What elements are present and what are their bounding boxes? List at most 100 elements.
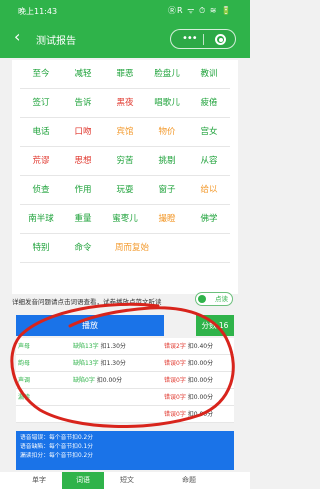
word-item[interactable]: 穷苦	[104, 147, 146, 175]
deduction-rules: 语音错误：每个音节扣0.2分 语音缺陷：每个音节扣0.1分 漏读扣分：每个音节扣0.…	[16, 431, 234, 470]
stat-error: 错误0字 扣0.00分	[164, 389, 213, 406]
word-item[interactable]: 荒谬	[20, 147, 62, 175]
word-item[interactable]: 窗子	[146, 176, 188, 204]
stat-defect: 缺陷13字 扣1.30分	[73, 355, 126, 372]
word-item[interactable]: 减轻	[62, 60, 104, 88]
follow-read-switch[interactable]: 点读	[195, 292, 233, 306]
stat-defect-part: 扣1.30分	[100, 360, 126, 367]
word-item[interactable]: 特别	[20, 234, 62, 262]
word-item[interactable]: 侦查	[20, 176, 62, 204]
word-row: 南半球 重量 蜜枣儿 撮瞪 佛学	[20, 205, 230, 234]
status-icons: ⓇR ᯤ ⏱ ≋ 🔋	[168, 6, 232, 15]
word-item[interactable]: 告诉	[62, 89, 104, 117]
stat-defect-part: 扣1.30分	[100, 343, 126, 350]
stat-error: 错误0字 扣0.00分	[164, 355, 213, 372]
stat-defect: 缺陷13字 扣1.30分	[73, 338, 126, 355]
stat-error-part: 扣0.00分	[187, 394, 214, 401]
rule-line: 语音错误：每个音节扣0.2分	[20, 435, 93, 441]
word-item[interactable]: 作用	[62, 176, 104, 204]
stat-error-part: 错误0字	[164, 411, 186, 418]
stat-row: 错误0字 扣0.00分	[16, 406, 234, 423]
word-row: 荒谬 思想 穷苦 挑剔 从容	[20, 147, 230, 176]
page-title: 测试报告	[36, 36, 76, 47]
word-row: 特别 命令 周而复始	[20, 234, 230, 263]
word-item[interactable]: 签订	[20, 89, 62, 117]
rule-line: 语音缺陷：每个音节扣0.1分	[20, 444, 93, 450]
word-item[interactable]: 撮瞪	[146, 205, 188, 233]
stat-label: 声母	[18, 338, 30, 355]
word-item[interactable]: 物价	[146, 118, 188, 146]
stat-label-part: 声母	[18, 343, 31, 350]
more-menu-icon[interactable]: •••	[182, 32, 198, 46]
back-arrow-icon[interactable]: ‹	[14, 29, 20, 45]
stat-label-part: 漏读	[18, 394, 31, 401]
word-item[interactable]: 命令	[62, 234, 104, 262]
word-item[interactable]: 思想	[62, 147, 104, 175]
tab-0[interactable]: 单字	[18, 472, 60, 489]
status-time: 晚上11:43	[18, 7, 58, 16]
stats-table: 声母 缺陷13字 扣1.30分 错误2字 扣0.40分 韵母 缺陷13字 扣1.…	[16, 338, 234, 423]
nav-bar: ‹ 测试报告 •••	[0, 20, 250, 58]
word-item[interactable]: 口吻	[62, 118, 104, 146]
stat-error-part: 扣0.00分	[187, 377, 214, 384]
stat-error-part: 扣0.00分	[187, 411, 214, 418]
stat-error-part: 错误2字	[164, 343, 186, 350]
word-item[interactable]: 南半球	[20, 205, 62, 233]
switch-knob	[198, 295, 206, 303]
word-item[interactable]: 教训	[188, 60, 230, 88]
stat-error: 错误2字 扣0.40分	[164, 338, 213, 355]
stat-defect-part: 缺陷0字	[73, 377, 95, 384]
status-bar: 晚上11:43 ⓇR ᯤ ⏱ ≋ 🔋	[0, 0, 250, 20]
capsule-divider	[203, 34, 204, 45]
word-item[interactable]: 重量	[62, 205, 104, 233]
score-badge: 分数 16	[196, 315, 234, 336]
rule-line: 漏读扣分：每个音节扣0.2分	[20, 453, 93, 459]
stat-defect-part: 缺陷13字	[73, 343, 99, 350]
word-item[interactable]: 佛学	[188, 205, 230, 233]
word-item[interactable]: 从容	[188, 147, 230, 175]
stat-row: 韵母 缺陷13字 扣1.30分 错误0字 扣0.00分	[16, 355, 234, 372]
stat-error-part: 错误0字	[164, 377, 186, 384]
stat-defect-part: 缺陷13字	[73, 360, 99, 367]
switch-label: 点读	[215, 295, 228, 303]
stat-row: 漏读 错误0字 扣0.00分	[16, 389, 234, 406]
word-item[interactable]: 罪恶	[104, 60, 146, 88]
word-item[interactable]: 给以	[188, 176, 230, 204]
word-row: 至今 减轻 罪恶 脸盘儿 教训	[20, 60, 230, 89]
bottom-tab-bar: 单字 词语 短文 命题	[0, 472, 250, 489]
word-row: 签订 告诉 黑夜 唱歌儿 疲倦	[20, 89, 230, 118]
stat-error-part: 扣0.40分	[187, 343, 214, 350]
play-button[interactable]: 播放	[16, 315, 164, 336]
stat-error: 错误0字 扣0.00分	[164, 406, 213, 423]
word-item[interactable]: 电话	[20, 118, 62, 146]
word-item[interactable]: 玩耍	[104, 176, 146, 204]
word-item[interactable]: 宾馆	[104, 118, 146, 146]
word-item[interactable]: 至今	[20, 60, 62, 88]
word-grid: 至今 减轻 罪恶 脸盘儿 教训 签订 告诉 黑夜 唱歌儿 疲倦 电话 口吻 宾馆 物价 宫女 荒谬 思想 穷苦 挑剔…	[20, 60, 230, 263]
stat-error: 错误0字 扣0.00分	[164, 372, 213, 389]
close-target-icon[interactable]	[215, 34, 226, 45]
hint-text: 详细发音问题请点击词语查看，试卷播放点范文听读	[12, 298, 162, 306]
word-item[interactable]: 蜜枣儿	[104, 205, 146, 233]
word-item[interactable]: 疲倦	[188, 89, 230, 117]
stat-error-part: 错误0字	[164, 360, 186, 367]
word-item[interactable]: 脸盘儿	[146, 60, 188, 88]
stat-label-part: 声调	[18, 377, 31, 384]
stat-defect: 缺陷0字 扣0.00分	[73, 372, 122, 389]
stat-defect-part: 扣0.00分	[96, 377, 123, 384]
tab-2[interactable]: 短文	[106, 472, 148, 489]
tab-1[interactable]: 词语	[62, 472, 104, 489]
stat-label: 漏读	[18, 389, 30, 406]
word-item[interactable]: 挑剔	[146, 147, 188, 175]
stat-label: 韵母	[18, 355, 30, 372]
word-row: 电话 口吻 宾馆 物价 宫女	[20, 118, 230, 147]
words-panel: 至今 减轻 罪恶 脸盘儿 教训 签订 告诉 黑夜 唱歌儿 疲倦 电话 口吻 宾馆 物价 宫女 荒谬 思想 穷苦 挑剔…	[12, 60, 238, 294]
stat-error-part: 扣0.00分	[187, 360, 214, 367]
word-item[interactable]: 宫女	[188, 118, 230, 146]
word-item[interactable]: 唱歌儿	[146, 89, 188, 117]
stat-label: 声调	[18, 372, 30, 389]
word-item[interactable]: 黑夜	[104, 89, 146, 117]
word-item[interactable]: 周而复始	[104, 234, 160, 262]
tab-3[interactable]: 命题	[168, 472, 210, 489]
stat-error-part: 错误0字	[164, 394, 186, 401]
